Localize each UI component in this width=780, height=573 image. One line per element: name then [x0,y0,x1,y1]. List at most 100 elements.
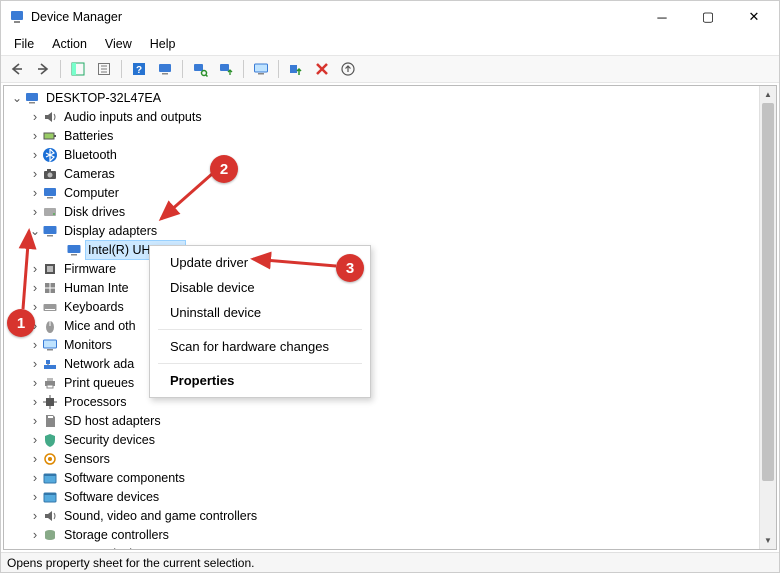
expand-caret[interactable] [28,340,42,350]
menu-view[interactable]: View [96,35,141,53]
expand-caret[interactable] [28,131,42,141]
window-buttons: ─ ▢ ✕ [639,2,777,32]
expand-caret[interactable] [28,549,42,551]
expand-caret[interactable] [28,169,42,179]
toolbar-sep [182,60,183,78]
tree-category-7[interactable]: Firmware [4,259,776,278]
update-driver-tb-icon[interactable] [214,57,238,81]
tree-category-18[interactable]: Software components [4,468,776,487]
expand-caret[interactable] [28,150,42,160]
remove-icon[interactable] [310,57,334,81]
ctx-sep [158,329,362,330]
hid-icon [42,280,58,296]
tree-root[interactable]: DESKTOP-32L47EA [4,88,776,107]
tree-category-20[interactable]: Sound, video and game controllers [4,506,776,525]
enable-icon[interactable] [284,57,308,81]
menu-file[interactable]: File [5,35,43,53]
properties-icon[interactable] [92,57,116,81]
expand-caret[interactable] [28,397,42,407]
expand-caret[interactable] [28,188,42,198]
disk-icon [42,204,58,220]
tree-category-10[interactable]: Mice and oth [4,316,776,335]
printer-icon [42,375,58,391]
tree-category-22[interactable]: System devices [4,544,776,550]
computer-tb-icon[interactable] [153,57,177,81]
tree-category-1[interactable]: Batteries [4,126,776,145]
expand-caret[interactable] [28,359,42,369]
tree-category-2[interactable]: Bluetooth [4,145,776,164]
tree-category-16[interactable]: Security devices [4,430,776,449]
scroll-down-button[interactable]: ▼ [760,532,776,549]
minimize-button[interactable]: ─ [639,2,685,32]
tree-node-label: Batteries [62,127,115,145]
tree-node-label: Security devices [62,431,157,449]
tree-category-12[interactable]: Network ada [4,354,776,373]
close-button[interactable]: ✕ [731,2,777,32]
expand-caret[interactable] [28,473,42,483]
wizard-icon[interactable] [336,57,360,81]
tree-node-label: Keyboards [62,298,126,316]
menu-help[interactable]: Help [141,35,185,53]
expand-caret[interactable] [28,454,42,464]
scroll-thumb[interactable] [762,103,774,481]
expand-caret[interactable] [28,530,42,540]
ctx-scan-hardware[interactable]: Scan for hardware changes [150,334,370,359]
ctx-properties[interactable]: Properties [150,368,370,393]
audio-icon [42,109,58,125]
tree-node-label: Bluetooth [62,146,119,164]
back-icon[interactable] [5,57,29,81]
camera-icon [42,166,58,182]
tree-category-21[interactable]: Storage controllers [4,525,776,544]
tree-category-17[interactable]: Sensors [4,449,776,468]
tree-category-3[interactable]: Cameras [4,164,776,183]
annotation-badge-2: 2 [210,155,238,183]
expand-caret[interactable] [10,94,24,102]
toolbar-sep [243,60,244,78]
device-tree[interactable]: DESKTOP-32L47EAAudio inputs and outputsB… [4,86,776,550]
tree-category-9[interactable]: Keyboards [4,297,776,316]
ctx-disable-device[interactable]: Disable device [150,275,370,300]
tree-category-0[interactable]: Audio inputs and outputs [4,107,776,126]
scroll-track[interactable] [760,103,776,532]
scroll-up-button[interactable]: ▲ [760,86,776,103]
tree-category-19[interactable]: Software devices [4,487,776,506]
scrollbar-vertical[interactable]: ▲ ▼ [759,86,776,549]
menu-action[interactable]: Action [43,35,96,53]
tree-category-13[interactable]: Print queues [4,373,776,392]
tree-category-4[interactable]: Computer [4,183,776,202]
status-bar: Opens property sheet for the current sel… [1,552,779,572]
tree-category-11[interactable]: Monitors [4,335,776,354]
expand-caret[interactable] [28,283,42,293]
maximize-button[interactable]: ▢ [685,2,731,32]
expand-caret[interactable] [28,112,42,122]
expand-caret[interactable] [28,511,42,521]
tree-node-label: Firmware [62,260,118,278]
expand-caret[interactable] [28,207,42,217]
scan-icon[interactable] [188,57,212,81]
annotation-badge-1: 1 [7,309,35,337]
expand-caret[interactable] [28,378,42,388]
expand-caret[interactable] [28,435,42,445]
expand-caret[interactable] [28,227,42,235]
tree-category-14[interactable]: Processors [4,392,776,411]
tree-node-label: DESKTOP-32L47EA [44,89,163,107]
expand-caret[interactable] [28,302,42,312]
monitor-icon [42,337,58,353]
tree-category-8[interactable]: Human Inte [4,278,776,297]
expand-caret[interactable] [28,416,42,426]
ctx-uninstall[interactable]: Uninstall device [150,300,370,325]
tree-category-5[interactable]: Disk drives [4,202,776,221]
tree-category-15[interactable]: SD host adapters [4,411,776,430]
show-panel-icon[interactable] [66,57,90,81]
network-icon [42,356,58,372]
expand-caret[interactable] [28,492,42,502]
tree-device-6-0[interactable]: Intel(R) UHD G... [4,240,776,259]
forward-icon[interactable] [31,57,55,81]
monitor-tb-icon[interactable] [249,57,273,81]
help-icon[interactable]: ? [127,57,151,81]
svg-text:?: ? [136,65,142,76]
tree-category-6[interactable]: Display adapters [4,221,776,240]
keyboard-icon [42,299,58,315]
expand-caret[interactable] [28,264,42,274]
tree-node-label: Computer [62,184,121,202]
